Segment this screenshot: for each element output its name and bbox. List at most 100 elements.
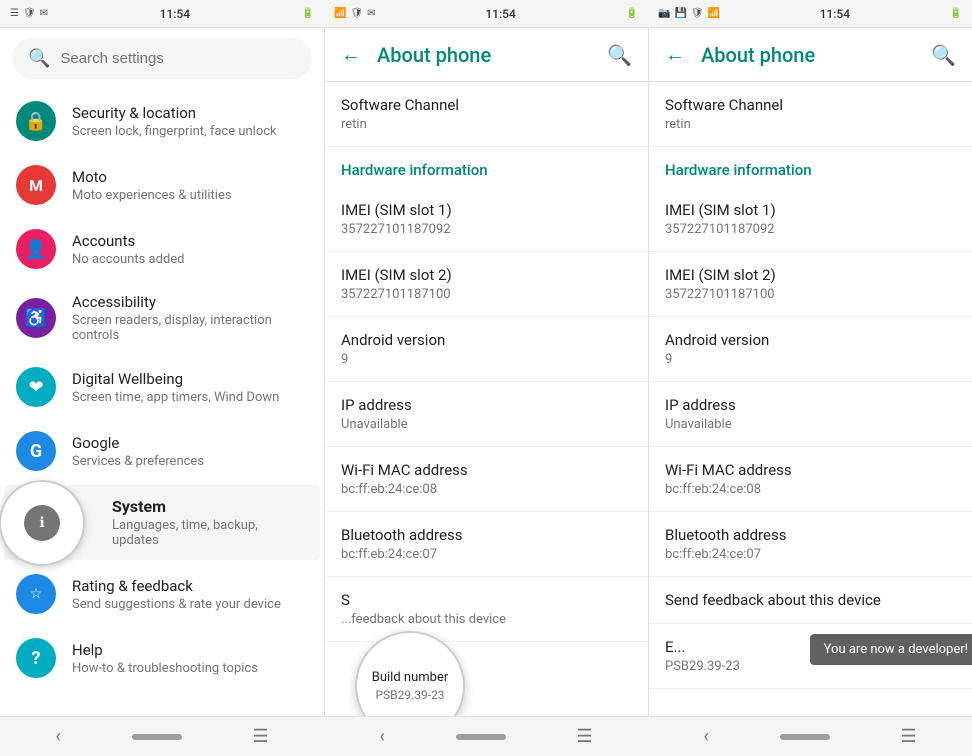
back-button-1[interactable]: ← bbox=[341, 42, 361, 67]
search-button-1[interactable]: 🔍 bbox=[607, 43, 632, 67]
software-channel-value-2: retin bbox=[665, 117, 956, 132]
help-icon: ? bbox=[16, 638, 56, 678]
hardware-info-section-1: Hardware information bbox=[325, 147, 648, 187]
help-title: Help bbox=[72, 641, 308, 659]
status-icon-1: ☰ bbox=[10, 8, 19, 19]
bottom-nav: ‹ ☰ ‹ ☰ ‹ ☰ bbox=[0, 716, 972, 756]
system-title: System bbox=[112, 497, 304, 516]
imei2-value-2: 357227101187100 bbox=[665, 287, 956, 302]
moto-subtitle: Moto experiences & utilities bbox=[72, 188, 308, 203]
status-icon-2: 🛡 bbox=[23, 8, 36, 19]
sidebar-item-digital-wellbeing[interactable]: ❤ Digital Wellbeing Screen time, app tim… bbox=[0, 355, 324, 419]
about-item-feedback-2[interactable]: Send feedback about this device bbox=[649, 577, 972, 624]
accounts-text: Accounts No accounts added bbox=[72, 232, 308, 267]
android-version-value: 9 bbox=[341, 352, 632, 367]
bt-address-value: bc:ff:eb:24:ce:07 bbox=[341, 547, 632, 562]
imei1-title: IMEI (SIM slot 1) bbox=[341, 201, 632, 219]
accessibility-subtitle: Screen readers, display, interaction con… bbox=[72, 313, 308, 343]
about-item-software-channel-2[interactable]: Software Channel retin bbox=[649, 82, 972, 147]
google-icon: G bbox=[16, 431, 56, 471]
sidebar-item-google[interactable]: G Google Services & preferences bbox=[0, 419, 324, 483]
status-icons-mid: 📶 🛡 ✉ bbox=[334, 8, 376, 19]
status-bar: ☰ 🛡 ✉ 11:54 🔋 📶 🛡 ✉ 11:54 🔋 📷 💾 🛡 📶 11:5… bbox=[0, 0, 972, 28]
settings-panel: 🔍 🔒 Security & location Screen lock, fin… bbox=[0, 28, 325, 716]
camera-icon: 📷 bbox=[658, 8, 670, 19]
battery-icon-left: 🔋 bbox=[302, 8, 314, 19]
search-bar[interactable]: 🔍 bbox=[12, 38, 312, 79]
about-item-bt-address[interactable]: Bluetooth address bc:ff:eb:24:ce:07 bbox=[325, 512, 648, 577]
imei2-title: IMEI (SIM slot 2) bbox=[341, 266, 632, 284]
rating-text: Rating & feedback Send suggestions & rat… bbox=[72, 577, 308, 612]
recents-nav-left[interactable]: ☰ bbox=[252, 726, 268, 747]
about-item-android-version-2[interactable]: Android version 9 bbox=[649, 317, 972, 382]
status-time-right: 11:54 bbox=[820, 7, 850, 21]
imei1-value-2: 357227101187092 bbox=[665, 222, 956, 237]
back-nav-mid[interactable]: ‹ bbox=[379, 726, 384, 747]
security-icon: 🔒 bbox=[16, 101, 56, 141]
about-item-imei2[interactable]: IMEI (SIM slot 2) 357227101187100 bbox=[325, 252, 648, 317]
software-channel-title: Software Channel bbox=[341, 96, 632, 114]
recents-nav-mid[interactable]: ☰ bbox=[576, 726, 592, 747]
sidebar-item-help[interactable]: ? Help How-to & troubleshooting topics bbox=[0, 626, 324, 690]
digital-wellbeing-text: Digital Wellbeing Screen time, app timer… bbox=[72, 370, 308, 405]
bottom-nav-left: ‹ ☰ bbox=[0, 717, 324, 756]
bottom-nav-right: ‹ ☰ bbox=[648, 717, 972, 756]
home-indicator-left[interactable] bbox=[132, 734, 182, 740]
help-subtitle: How-to & troubleshooting topics bbox=[72, 661, 308, 676]
about-item-build-number-2[interactable]: E... PSB29.39-23 You are now a developer… bbox=[649, 624, 972, 689]
system-subtitle: Languages, time, backup, updates bbox=[112, 518, 304, 548]
recents-nav-right[interactable]: ☰ bbox=[900, 726, 916, 747]
sidebar-item-system[interactable]: ℹ System Languages, time, backup, update… bbox=[4, 485, 320, 560]
about-list-1: Software Channel retin Hardware informat… bbox=[325, 82, 648, 716]
sidebar-item-security[interactable]: 🔒 Security & location Screen lock, finge… bbox=[0, 89, 324, 153]
wifi-mac-title-2: Wi-Fi MAC address bbox=[665, 461, 956, 479]
android-version-title: Android version bbox=[341, 331, 632, 349]
sidebar-item-accessibility[interactable]: ♿ Accessibility Screen readers, display,… bbox=[0, 281, 324, 355]
bt-address-title-2: Bluetooth address bbox=[665, 526, 956, 544]
signal-icon-1: 📶 bbox=[334, 8, 346, 19]
about-item-ip[interactable]: IP address Unavailable bbox=[325, 382, 648, 447]
home-indicator-mid[interactable] bbox=[456, 734, 506, 740]
digital-wellbeing-title: Digital Wellbeing bbox=[72, 370, 308, 388]
about-item-feedback[interactable]: S ...feedback about this device bbox=[325, 577, 648, 642]
status-time-left: 11:54 bbox=[160, 7, 190, 21]
back-button-2[interactable]: ← bbox=[665, 42, 685, 67]
status-icons-right: 📷 💾 🛡 📶 bbox=[658, 8, 720, 19]
developer-toast: You are now a developer! bbox=[810, 634, 972, 665]
about-item-android-version[interactable]: Android version 9 bbox=[325, 317, 648, 382]
battery-icon-right: 🔋 bbox=[950, 8, 962, 19]
about-item-wifi-mac[interactable]: Wi-Fi MAC address bc:ff:eb:24:ce:08 bbox=[325, 447, 648, 512]
status-right-right: 🔋 bbox=[950, 8, 962, 19]
about-item-imei2-2[interactable]: IMEI (SIM slot 2) 357227101187100 bbox=[649, 252, 972, 317]
about-item-imei1-2[interactable]: IMEI (SIM slot 1) 357227101187092 bbox=[649, 187, 972, 252]
about-item-wifi-mac-2[interactable]: Wi-Fi MAC address bc:ff:eb:24:ce:08 bbox=[649, 447, 972, 512]
rating-icon: ☆ bbox=[16, 574, 56, 614]
bt-address-title: Bluetooth address bbox=[341, 526, 632, 544]
about-item-bt-address-2[interactable]: Bluetooth address bc:ff:eb:24:ce:07 bbox=[649, 512, 972, 577]
about-list-2: Software Channel retin Hardware informat… bbox=[649, 82, 972, 716]
sidebar-item-moto[interactable]: M Moto Moto experiences & utilities bbox=[0, 153, 324, 217]
android-version-value-2: 9 bbox=[665, 352, 956, 367]
system-icon: ℹ bbox=[24, 505, 60, 541]
home-indicator-right[interactable] bbox=[780, 734, 830, 740]
about-item-software-channel[interactable]: Software Channel retin bbox=[325, 82, 648, 147]
about-item-build-number[interactable]: Build number PSB29.39-23 bbox=[325, 642, 648, 716]
wifi-mac-value: bc:ff:eb:24:ce:08 bbox=[341, 482, 632, 497]
about-panel-2: ← About phone 🔍 Software Channel retin H… bbox=[649, 28, 972, 716]
back-nav-left[interactable]: ‹ bbox=[55, 726, 60, 747]
software-channel-title-2: Software Channel bbox=[665, 96, 956, 114]
search-button-2[interactable]: 🔍 bbox=[931, 43, 956, 67]
about-item-ip-2[interactable]: IP address Unavailable bbox=[649, 382, 972, 447]
moto-title: Moto bbox=[72, 168, 308, 186]
feedback-value: ...feedback about this device bbox=[341, 612, 632, 627]
back-nav-right[interactable]: ‹ bbox=[703, 726, 708, 747]
moto-text: Moto Moto experiences & utilities bbox=[72, 168, 308, 203]
search-input[interactable] bbox=[60, 50, 296, 67]
sidebar-item-accounts[interactable]: 👤 Accounts No accounts added bbox=[0, 217, 324, 281]
google-title: Google bbox=[72, 434, 308, 452]
accessibility-text: Accessibility Screen readers, display, i… bbox=[72, 293, 308, 343]
about-item-imei1[interactable]: IMEI (SIM slot 1) 357227101187092 bbox=[325, 187, 648, 252]
sidebar-item-rating[interactable]: ☆ Rating & feedback Send suggestions & r… bbox=[0, 562, 324, 626]
shield-icon-right: 🛡 bbox=[691, 8, 704, 19]
battery-icon-mid: 🔋 bbox=[626, 8, 638, 19]
